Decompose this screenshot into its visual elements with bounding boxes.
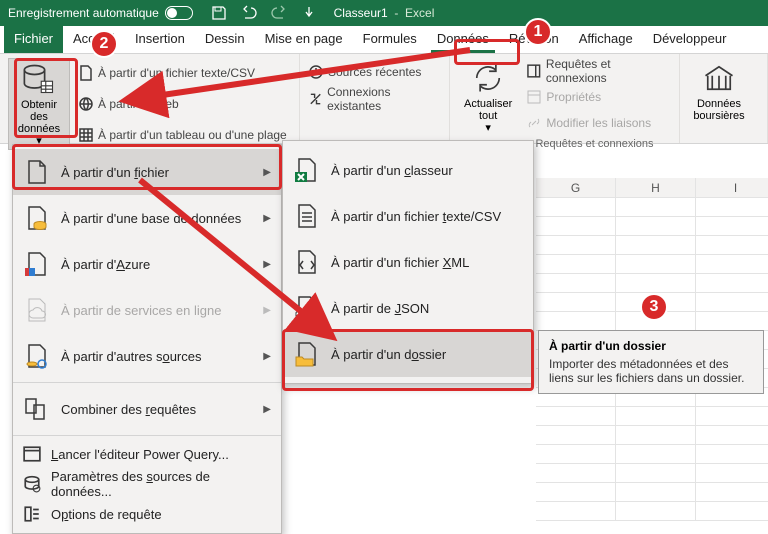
menu-separator	[13, 435, 281, 436]
menu-separator	[13, 382, 281, 383]
chevron-right-icon: ▶	[263, 259, 271, 270]
chevron-right-icon: ▶	[263, 167, 271, 178]
file-icon	[78, 65, 94, 81]
datasource-settings-icon	[23, 475, 41, 493]
recent-sources-button[interactable]: Sources récentes	[308, 62, 441, 82]
group-label-queries: Requêtes et connexions	[518, 136, 671, 150]
connection-icon	[308, 91, 323, 107]
menu-from-file[interactable]: À partir d'un fichier ▶	[13, 149, 281, 195]
refresh-all-button[interactable]: Actualiser tout▾	[458, 58, 518, 136]
excel-file-icon	[293, 156, 321, 184]
existing-connections-button[interactable]: Connexions existantes	[308, 89, 441, 109]
from-web-button[interactable]: À partir du web	[78, 94, 287, 114]
database-icon	[23, 204, 51, 232]
menu-launch-power-query[interactable]: Lancer l'éditeur Power Query...	[13, 439, 281, 469]
menu-from-text-csv[interactable]: À partir d'un fichier texte/CSV	[283, 193, 533, 239]
json-file-icon: JSON	[293, 294, 321, 322]
bank-icon	[701, 60, 737, 96]
refresh-icon	[470, 60, 506, 96]
annotation-badge-1: 1	[524, 18, 552, 46]
tab-formulas[interactable]: Formules	[353, 25, 427, 53]
tab-file[interactable]: Fichier	[4, 25, 63, 53]
ribbon: Obtenir des données ▾ À partir d'un fich…	[0, 54, 768, 144]
annotation-badge-2: 2	[90, 30, 118, 58]
col-header[interactable]: G	[536, 178, 616, 198]
from-table-range-button[interactable]: À partir d'un tableau ou d'une plage	[78, 125, 287, 145]
menu-from-online-services: À partir de services en ligne ▶	[13, 287, 281, 333]
properties-button: Propriétés	[526, 87, 671, 107]
annotation-badge-3: 3	[640, 293, 668, 321]
csv-file-icon	[293, 202, 321, 230]
tooltip-body: Importer des métadonnées et des liens su…	[549, 357, 753, 385]
get-data-menu: À partir d'un fichier ▶ À partir d'une b…	[12, 144, 282, 534]
queries-connections-button[interactable]: Requêtes et connexions	[526, 61, 671, 81]
azure-icon	[23, 250, 51, 278]
autosave-label: Enregistrement automatique	[8, 6, 159, 20]
menu-combine-queries[interactable]: Combiner des requêtes ▶	[13, 386, 281, 432]
chevron-right-icon: ▶	[263, 213, 271, 224]
data-type-stocks-button[interactable]: Données boursières	[688, 58, 750, 141]
touch-mode-icon[interactable]	[301, 5, 317, 21]
database-icon	[21, 61, 57, 97]
edit-links-button: Modifier les liaisons	[526, 113, 671, 133]
tab-page-layout[interactable]: Mise en page	[255, 25, 353, 53]
menu-from-database[interactable]: À partir d'une base de données ▶	[13, 195, 281, 241]
other-sources-icon	[23, 342, 51, 370]
pq-editor-icon	[23, 445, 41, 463]
tab-developer[interactable]: Développeur	[643, 25, 737, 53]
combine-icon	[23, 395, 51, 423]
globe-icon	[78, 96, 94, 112]
menu-from-folder[interactable]: À partir d'un dossier	[283, 331, 533, 377]
col-header[interactable]: H	[616, 178, 696, 198]
menu-from-azure[interactable]: À partir d'Azure ▶	[13, 241, 281, 287]
col-header[interactable]: I	[696, 178, 768, 198]
menu-from-other-sources[interactable]: À partir d'autres sources ▶	[13, 333, 281, 379]
toggle-icon	[165, 6, 193, 20]
autosave-toggle[interactable]: Enregistrement automatique	[8, 6, 193, 20]
options-icon	[23, 505, 41, 523]
link-icon	[526, 115, 542, 131]
from-text-csv-button[interactable]: À partir d'un fichier texte/CSV	[78, 63, 287, 83]
tab-data[interactable]: Données	[427, 25, 499, 53]
properties-icon	[526, 89, 542, 105]
tooltip-from-folder: À partir d'un dossier Importer des métad…	[538, 330, 764, 394]
svg-text:JSON: JSON	[297, 315, 313, 321]
window-title: Classeur1 - Excel	[334, 6, 435, 20]
table-icon	[78, 127, 94, 143]
chevron-down-icon: ▾	[485, 122, 491, 134]
menu-data-source-settings[interactable]: Paramètres des sources de données...	[13, 469, 281, 499]
save-icon[interactable]	[211, 5, 227, 21]
cloud-icon	[23, 296, 51, 324]
tab-view[interactable]: Affichage	[569, 25, 643, 53]
from-file-submenu: À partir d'un classeur À partir d'un fic…	[282, 140, 534, 384]
titlebar: Enregistrement automatique Classeur1 - E…	[0, 0, 768, 26]
chevron-right-icon: ▶	[263, 404, 271, 415]
tab-insert[interactable]: Insertion	[125, 25, 195, 53]
tab-draw[interactable]: Dessin	[195, 25, 255, 53]
pane-icon	[526, 63, 542, 79]
undo-icon[interactable]	[241, 5, 257, 21]
chevron-right-icon: ▶	[263, 305, 271, 316]
chevron-right-icon: ▶	[263, 351, 271, 362]
folder-file-icon	[293, 340, 321, 368]
menu-from-xml[interactable]: À partir d'un fichier XML	[283, 239, 533, 285]
tooltip-title: À partir d'un dossier	[549, 339, 753, 353]
menu-from-json[interactable]: JSON À partir de JSON	[283, 285, 533, 331]
get-data-button[interactable]: Obtenir des données ▾	[8, 58, 70, 150]
redo-icon[interactable]	[271, 5, 287, 21]
file-generic-icon	[23, 158, 51, 186]
menu-query-options[interactable]: Options de requête	[13, 499, 281, 529]
recent-icon	[308, 64, 324, 80]
xml-file-icon	[293, 248, 321, 276]
menu-from-workbook[interactable]: À partir d'un classeur	[283, 147, 533, 193]
get-data-label: Obtenir des données	[11, 99, 67, 135]
